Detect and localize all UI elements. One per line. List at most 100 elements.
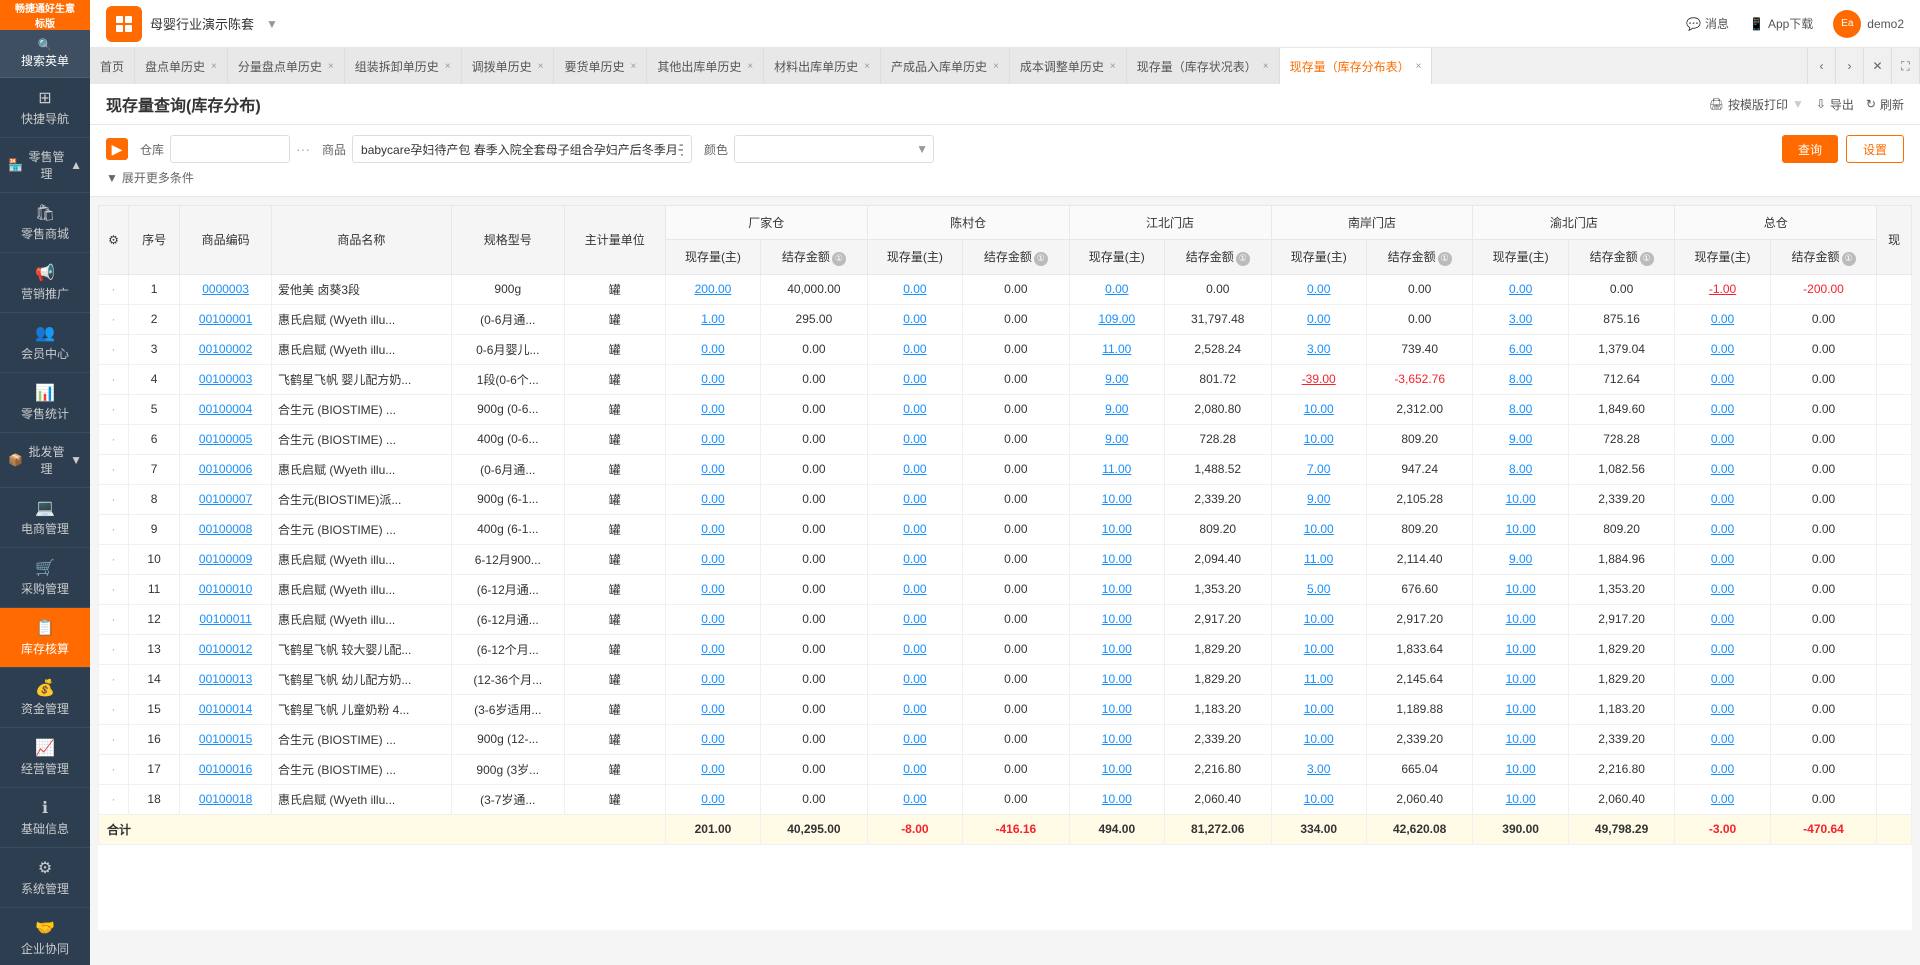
row-zongcang-qty[interactable]: 0.00 (1675, 694, 1770, 724)
row-code[interactable]: 00100012 (180, 634, 272, 664)
row-changejia-qty[interactable]: 0.00 (665, 334, 760, 364)
row-zongcang-qty[interactable]: 0.00 (1675, 514, 1770, 544)
row-nanan-qty[interactable]: 10.00 (1271, 514, 1366, 544)
filter-more-row[interactable]: ▼ 展开更多条件 (106, 169, 1904, 186)
row-yubei-qty[interactable]: 10.00 (1473, 724, 1568, 754)
row-code[interactable]: 00100004 (180, 394, 272, 424)
row-yubei-qty[interactable]: 8.00 (1473, 364, 1568, 394)
color-dropdown-icon[interactable]: ▼ (916, 142, 928, 156)
tab-material-out[interactable]: 材料出库单历史 × (764, 48, 881, 84)
color-input[interactable] (734, 135, 934, 163)
row-settings[interactable]: · (99, 604, 129, 634)
settings-btn[interactable]: 设置 (1846, 135, 1904, 163)
sidebar-item-retail-mall[interactable]: 🛍 零售商城 (0, 193, 90, 253)
row-changejia-qty[interactable]: 0.00 (665, 574, 760, 604)
row-changejia-qty[interactable]: 0.00 (665, 394, 760, 424)
row-chencun-qty[interactable]: 0.00 (867, 514, 962, 544)
tab-kit-disassemble[interactable]: 组装拆卸单历史 × (345, 48, 462, 84)
row-changejia-qty[interactable]: 0.00 (665, 484, 760, 514)
row-jiangbei-qty[interactable]: 10.00 (1069, 784, 1164, 814)
sidebar-item-wholesale[interactable]: 📦 批发管理 ▼ (0, 433, 90, 488)
message-btn[interactable]: 💬 消息 (1686, 15, 1729, 32)
row-jiangbei-qty[interactable]: 9.00 (1069, 424, 1164, 454)
row-nanan-qty[interactable]: 10.00 (1271, 394, 1366, 424)
th-settings[interactable]: ⚙ (99, 206, 129, 275)
row-nanan-qty[interactable]: 10.00 (1271, 604, 1366, 634)
nav-selector-text[interactable]: 母婴行业演示陈套 (150, 14, 254, 33)
row-jiangbei-qty[interactable]: 10.00 (1069, 604, 1164, 634)
refresh-btn[interactable]: ↻ 刷新 (1866, 96, 1904, 113)
row-changejia-qty[interactable]: 0.00 (665, 454, 760, 484)
row-jiangbei-qty[interactable]: 10.00 (1069, 664, 1164, 694)
row-yubei-qty[interactable]: 8.00 (1473, 394, 1568, 424)
row-jiangbei-qty[interactable]: 10.00 (1069, 544, 1164, 574)
row-chencun-qty[interactable]: 0.00 (867, 604, 962, 634)
tab-split-count[interactable]: 分量盘点单历史 × (228, 48, 345, 84)
row-nanan-qty[interactable]: 10.00 (1271, 694, 1366, 724)
row-jiangbei-qty[interactable]: 10.00 (1069, 574, 1164, 604)
row-chencun-qty[interactable]: 0.00 (867, 784, 962, 814)
row-nanan-qty[interactable]: 3.00 (1271, 334, 1366, 364)
tab-next-btn[interactable]: › (1836, 48, 1864, 84)
query-btn[interactable]: 查询 (1782, 135, 1838, 163)
row-zongcang-qty[interactable]: 0.00 (1675, 784, 1770, 814)
tab-close-all-btn[interactable]: ✕ (1864, 48, 1892, 84)
row-chencun-qty[interactable]: 0.00 (867, 334, 962, 364)
row-nanan-qty[interactable]: 0.00 (1271, 304, 1366, 334)
row-nanan-qty[interactable]: 0.00 (1271, 274, 1366, 304)
row-code[interactable]: 00100008 (180, 514, 272, 544)
row-jiangbei-qty[interactable]: 0.00 (1069, 274, 1164, 304)
app-download-btn[interactable]: 📱 App下载 (1749, 15, 1813, 32)
row-code[interactable]: 00100002 (180, 334, 272, 364)
tab-transfer[interactable]: 调拨单历史 × (462, 48, 555, 84)
row-nanan-qty[interactable]: 7.00 (1271, 454, 1366, 484)
tab-close-icon[interactable]: × (1416, 61, 1422, 72)
row-jiangbei-qty[interactable]: 10.00 (1069, 634, 1164, 664)
row-zongcang-qty[interactable]: 0.00 (1675, 484, 1770, 514)
sidebar-item-nav[interactable]: ⊞ 快捷导航 (0, 78, 90, 138)
row-chencun-qty[interactable]: 0.00 (867, 694, 962, 724)
row-changejia-qty[interactable]: 0.00 (665, 544, 760, 574)
row-changejia-qty[interactable]: 0.00 (665, 364, 760, 394)
tab-close-icon[interactable]: × (211, 61, 217, 72)
row-code[interactable]: 00100001 (180, 304, 272, 334)
row-settings[interactable]: · (99, 364, 129, 394)
row-yubei-qty[interactable]: 9.00 (1473, 544, 1568, 574)
row-chencun-qty[interactable]: 0.00 (867, 274, 962, 304)
warehouse-input[interactable] (170, 135, 290, 163)
sidebar-item-marketing[interactable]: 📢 营销推广 (0, 253, 90, 313)
sidebar-item-basic[interactable]: ℹ 基础信息 (0, 788, 90, 848)
row-settings[interactable]: · (99, 274, 129, 304)
row-jiangbei-qty[interactable]: 10.00 (1069, 724, 1164, 754)
row-yubei-qty[interactable]: 8.00 (1473, 454, 1568, 484)
row-chencun-qty[interactable]: 0.00 (867, 484, 962, 514)
row-changejia-qty[interactable]: 0.00 (665, 754, 760, 784)
row-zongcang-qty[interactable]: 0.00 (1675, 544, 1770, 574)
row-code[interactable]: 00100010 (180, 574, 272, 604)
sidebar-item-system[interactable]: ⚙ 系统管理 (0, 848, 90, 908)
product-input[interactable] (352, 135, 692, 163)
row-chencun-qty[interactable]: 0.00 (867, 754, 962, 784)
row-settings[interactable]: · (99, 754, 129, 784)
tab-product-in[interactable]: 产成品入库单历史 × (881, 48, 1010, 84)
row-changejia-qty[interactable]: 0.00 (665, 604, 760, 634)
row-zongcang-qty[interactable]: 0.00 (1675, 334, 1770, 364)
sidebar-item-biz-mgmt[interactable]: 📈 经营管理 (0, 728, 90, 788)
row-zongcang-qty[interactable]: 0.00 (1675, 604, 1770, 634)
row-code[interactable]: 00100014 (180, 694, 272, 724)
row-jiangbei-qty[interactable]: 10.00 (1069, 754, 1164, 784)
row-settings[interactable]: · (99, 694, 129, 724)
row-changejia-qty[interactable]: 0.00 (665, 664, 760, 694)
row-chencun-qty[interactable]: 0.00 (867, 724, 962, 754)
row-code[interactable]: 00100003 (180, 364, 272, 394)
row-jiangbei-qty[interactable]: 109.00 (1069, 304, 1164, 334)
row-changejia-qty[interactable]: 0.00 (665, 634, 760, 664)
row-chencun-qty[interactable]: 0.00 (867, 304, 962, 334)
row-nanan-qty[interactable]: 10.00 (1271, 784, 1366, 814)
print-btn[interactable]: 🖨 按模版打印 ▼ (1709, 96, 1804, 113)
row-zongcang-qty[interactable]: 0.00 (1675, 724, 1770, 754)
nav-selector-arrow[interactable]: ▼ (266, 17, 278, 31)
sidebar-item-enterprise[interactable]: 🤝 企业协同 (0, 908, 90, 965)
row-settings[interactable]: · (99, 484, 129, 514)
row-yubei-qty[interactable]: 10.00 (1473, 694, 1568, 724)
